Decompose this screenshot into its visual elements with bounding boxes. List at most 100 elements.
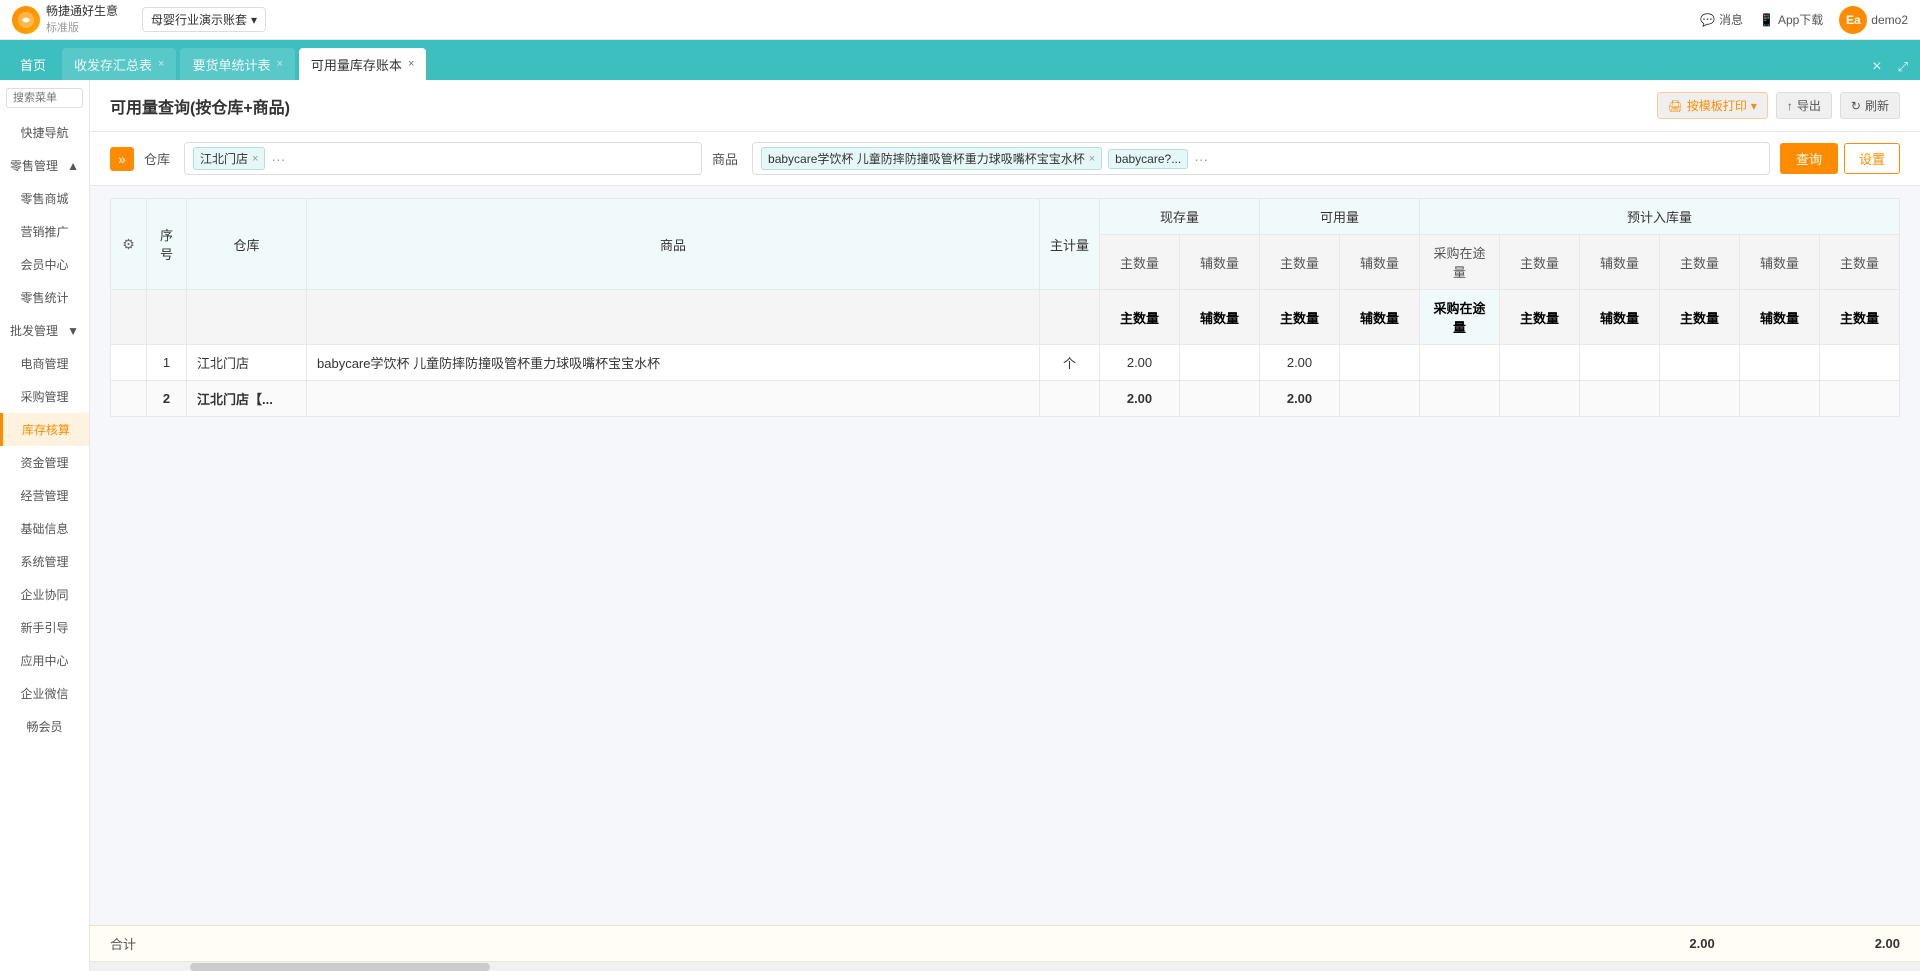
col-available-group-header: 可用量	[1260, 199, 1420, 235]
industry-selector[interactable]: 母婴行业演示账套 ▾	[142, 7, 266, 32]
tab-receive-pay-close[interactable]: ×	[158, 58, 164, 70]
tab-receive-pay-label: 收发存汇总表	[74, 55, 152, 74]
sidebar-item-ecommerce[interactable]: 电商管理	[0, 347, 89, 380]
gear-icon: ⚙	[122, 236, 135, 252]
subheader-incoming-main: 主数量	[1660, 290, 1740, 345]
sidebar-item-base-info[interactable]: 基础信息	[0, 512, 89, 545]
sidebar-item-new-guide[interactable]: 新手引导	[0, 611, 89, 644]
retail-mgmt-label: 零售管理	[10, 157, 58, 174]
filter-area: » 仓库 江北门店 × ··· 商品 babycare学饮杯 儿童防摔防撞吸管杯…	[90, 132, 1920, 186]
message-icon: 💬	[1700, 13, 1715, 27]
page-actions: 🖨 按模板打印 ▾ ↑ 导出 ↻ 刷新	[1657, 92, 1900, 131]
table-row: 1 江北门店 babycare学饮杯 儿童防摔防撞吸管杯重力球吸嘴杯宝宝水杯 个…	[111, 345, 1900, 381]
template-print-button[interactable]: 🖨 按模板打印 ▾	[1657, 92, 1768, 119]
tab-order-stat-close[interactable]: ×	[276, 58, 282, 70]
row1-settings	[111, 345, 147, 381]
subheader-warehouse	[187, 290, 307, 345]
subheader-unit	[1040, 290, 1100, 345]
scrollbar-thumb[interactable]	[190, 963, 490, 971]
wholesale-arrow: ▼	[67, 324, 79, 338]
sidebar-item-purchase[interactable]: 采购管理	[0, 380, 89, 413]
warehouse-tag-close[interactable]: ×	[252, 153, 258, 165]
col-settings-header[interactable]: ⚙	[111, 199, 147, 290]
tab-available-stock[interactable]: 可用量库存账本 ×	[299, 48, 426, 80]
logo-icon	[12, 6, 40, 34]
setting-button[interactable]: 设置	[1844, 143, 1900, 174]
goods-filter-tags[interactable]: babycare学饮杯 儿童防摔防撞吸管杯重力球吸嘴杯宝宝水杯 × babyca…	[752, 142, 1770, 175]
main-layout: 快捷导航 零售管理 ▲ 零售商城 营销推广 会员中心 零售统计 批发管理 ▼ 电…	[0, 80, 1920, 971]
sidebar-item-enterprise[interactable]: 企业协同	[0, 578, 89, 611]
sidebar-item-member[interactable]: 会员中心	[0, 248, 89, 281]
col-production-main-header: 主数量	[1820, 235, 1900, 290]
row2-no: 2	[147, 381, 187, 417]
sidebar-item-marketing[interactable]: 营销推广	[0, 215, 89, 248]
sidebar-item-inventory[interactable]: 库存核算	[0, 413, 89, 446]
filter-actions: 查询 设置	[1780, 143, 1900, 174]
col-purchase-main-header: 主数量	[1500, 235, 1580, 290]
sidebar-item-sys-mgmt[interactable]: 系统管理	[0, 545, 89, 578]
search-input[interactable]	[6, 88, 83, 108]
subheader-no	[147, 290, 187, 345]
row1-stock-aux	[1180, 345, 1260, 381]
tab-order-stat-label: 要货单统计表	[192, 55, 270, 74]
sidebar-item-retail-mgmt[interactable]: 零售管理 ▲	[0, 149, 89, 182]
sidebar-item-wholesale-mgmt[interactable]: 批发管理 ▼	[0, 314, 89, 347]
tab-available-stock-label: 可用量库存账本	[311, 55, 402, 74]
col-goods-header: 商品	[307, 199, 1040, 290]
tab-receive-pay[interactable]: 收发存汇总表 ×	[62, 48, 176, 80]
template-print-icon: 🖨	[1668, 99, 1683, 113]
col-incoming-aux-header: 辅数量	[1740, 235, 1820, 290]
table-row: 2 江北门店【... 2.00 2.00	[111, 381, 1900, 417]
tab-order-stat[interactable]: 要货单统计表 ×	[180, 48, 294, 80]
goods-tag-1: babycare学饮杯 儿童防摔防撞吸管杯重力球吸嘴杯宝宝水杯 ×	[761, 147, 1102, 170]
row1-incoming-main	[1580, 345, 1660, 381]
sidebar-item-retail-stat[interactable]: 零售统计	[0, 281, 89, 314]
row2-goods	[307, 381, 1040, 417]
col-purchase-aux-header: 辅数量	[1580, 235, 1660, 290]
user-profile[interactable]: Ea demo2	[1839, 6, 1908, 34]
summary-stock-main: 2.00	[1689, 936, 1714, 951]
filter-toggle-button[interactable]: »	[110, 147, 134, 171]
goods-ellipsis[interactable]: ···	[1194, 151, 1208, 167]
sidebar-item-operation[interactable]: 经营管理	[0, 479, 89, 512]
page-title: 可用量查询(按仓库+商品)	[110, 94, 290, 130]
sidebar-item-finance[interactable]: 资金管理	[0, 446, 89, 479]
row2-incoming-main	[1580, 381, 1660, 417]
sidebar-item-member2[interactable]: 畅会员	[0, 710, 89, 743]
goods-tag-1-close[interactable]: ×	[1089, 153, 1095, 165]
logo-area: 畅捷通好生意 标准版	[12, 4, 118, 36]
subheader-purchase-aux: 辅数量	[1580, 290, 1660, 345]
warehouse-ellipsis[interactable]: ···	[271, 151, 285, 167]
sidebar-item-app-center[interactable]: 应用中心	[0, 644, 89, 677]
close-all-tabs-button[interactable]: ×	[1868, 54, 1885, 80]
col-available-main-header: 主数量	[1260, 235, 1340, 290]
export-button[interactable]: ↑ 导出	[1776, 92, 1832, 119]
goods-filter-label: 商品	[712, 149, 738, 168]
logo-text: 畅捷通好生意	[46, 4, 118, 20]
sidebar-item-retail-mall[interactable]: 零售商城	[0, 182, 89, 215]
col-warehouse-header: 仓库	[187, 199, 307, 290]
sidebar-quick-nav-label: 快捷导航	[20, 126, 68, 140]
sidebar-item-quick-nav[interactable]: 快捷导航	[0, 116, 89, 149]
col-stock-aux-header: 辅数量	[1180, 235, 1260, 290]
refresh-button[interactable]: ↻ 刷新	[1840, 92, 1900, 119]
message-button[interactable]: 💬 消息	[1700, 11, 1743, 28]
app-download-button[interactable]: 📱 App下载	[1759, 11, 1823, 28]
warehouse-filter-tags[interactable]: 江北门店 × ···	[184, 142, 702, 175]
user-name: demo2	[1871, 13, 1908, 27]
horizontal-scrollbar[interactable]	[90, 961, 1920, 971]
tab-home[interactable]: 首页	[8, 48, 58, 80]
warehouse-tag-text: 江北门店	[200, 150, 248, 167]
goods-tag-1-text: babycare学饮杯 儿童防摔防撞吸管杯重力球吸嘴杯宝宝水杯	[768, 150, 1085, 167]
refresh-icon: ↻	[1851, 99, 1861, 113]
sidebar-item-enterprise-wechat[interactable]: 企业微信	[0, 677, 89, 710]
maximize-button[interactable]: ⤢	[1894, 55, 1912, 79]
col-no-header: 序号	[147, 199, 187, 290]
template-print-label: 按模板打印	[1687, 97, 1747, 114]
tab-available-stock-close[interactable]: ×	[408, 58, 414, 70]
subheader-goods	[307, 290, 1040, 345]
col-forecast-group-header: 预计入库量	[1420, 199, 1900, 235]
row1-available-main: 2.00	[1260, 345, 1340, 381]
row2-production-aux	[1820, 381, 1900, 417]
query-button[interactable]: 查询	[1780, 143, 1838, 174]
